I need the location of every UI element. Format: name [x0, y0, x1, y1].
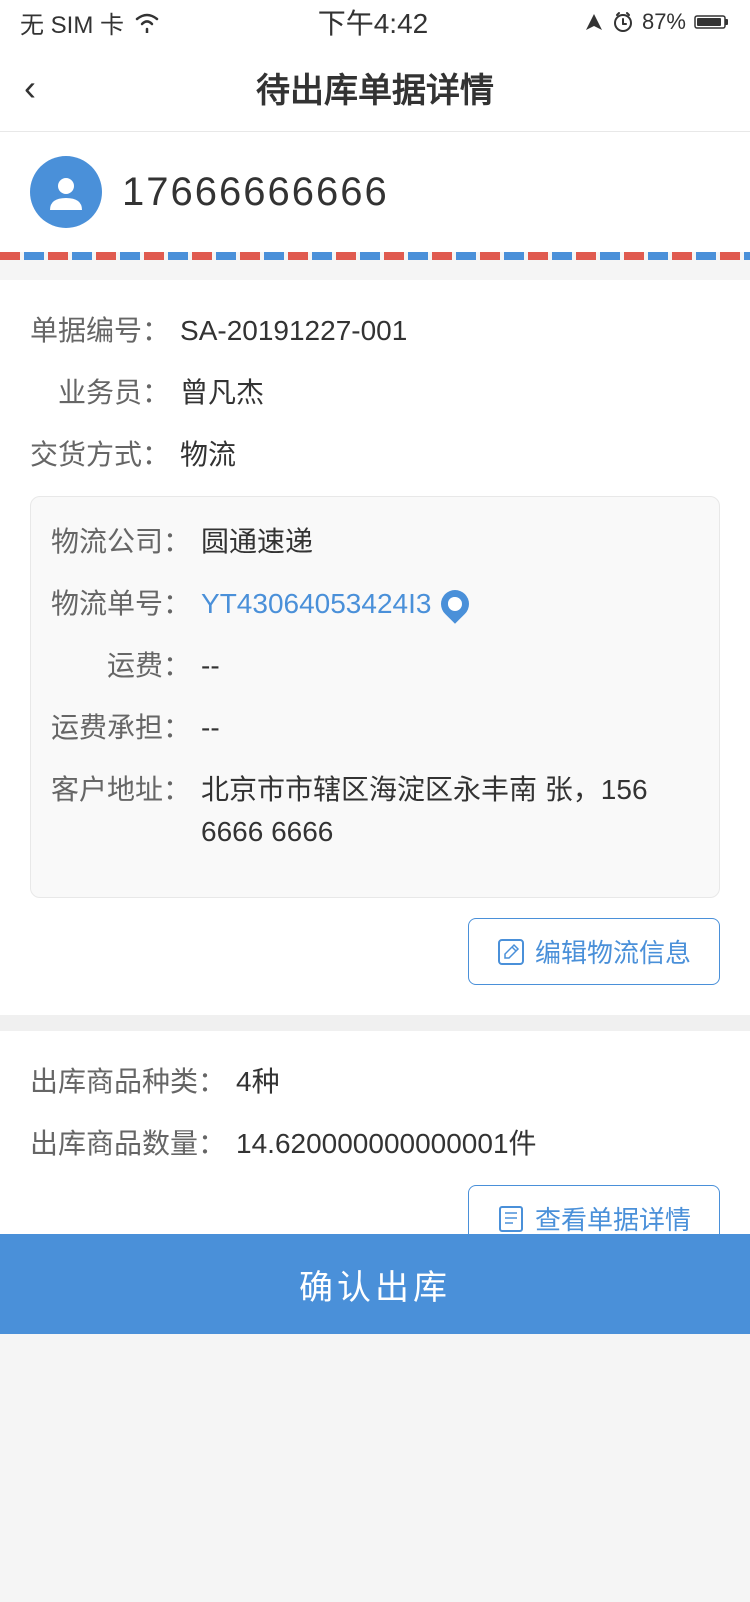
- battery-label: 87%: [642, 9, 686, 35]
- freight-bear-value: --: [191, 707, 699, 749]
- doc-number-label: 单据编号：: [30, 310, 170, 352]
- logistics-company-value: 圆通速递: [191, 521, 699, 563]
- freight-row: 运费： --: [51, 645, 699, 687]
- wifi-icon: [132, 11, 162, 33]
- tracking-location-icon[interactable]: [436, 584, 476, 624]
- page-title: 待出库单据详情: [256, 63, 494, 112]
- goods-quantity-label: 出库商品数量：: [30, 1123, 226, 1165]
- goods-types-value: 4种: [226, 1061, 720, 1103]
- location-arrow-icon: [584, 12, 604, 32]
- tracking-label: 物流单号：: [51, 583, 191, 625]
- address-label: 客户地址：: [51, 769, 191, 811]
- edit-logistics-container: 编辑物流信息: [30, 918, 720, 985]
- view-details-label: 查看单据详情: [535, 1200, 691, 1237]
- status-right: 87%: [584, 9, 730, 35]
- freight-bear-row: 运费承担： --: [51, 707, 699, 749]
- tracking-row: 物流单号： YT43064053424I3: [51, 583, 699, 625]
- user-phone: 17666666666: [122, 170, 389, 215]
- document-icon: [497, 1205, 525, 1233]
- freight-value: --: [191, 645, 699, 687]
- goods-quantity-value: 14.620000000000001件: [226, 1123, 720, 1165]
- logistics-company-label: 物流公司：: [51, 521, 191, 563]
- edit-logistics-label: 编辑物流信息: [535, 933, 691, 970]
- nav-bar: ‹ 待出库单据详情: [0, 44, 750, 132]
- goods-quantity-row: 出库商品数量： 14.620000000000001件: [30, 1123, 720, 1165]
- address-row: 客户地址： 北京市市辖区海淀区永丰南 张，156 6666 6666: [51, 769, 699, 853]
- salesman-label: 业务员：: [30, 372, 170, 414]
- doc-number-row: 单据编号： SA-20191227-001: [30, 310, 720, 352]
- status-time: 下午4:42: [318, 2, 429, 42]
- tracking-value: YT43064053424I3: [191, 583, 699, 625]
- user-header: 17666666666: [0, 132, 750, 252]
- status-left: 无 SIM 卡: [20, 5, 162, 40]
- freight-label: 运费：: [51, 645, 191, 687]
- goods-types-label: 出库商品种类：: [30, 1061, 226, 1103]
- freight-bear-label: 运费承担：: [51, 707, 191, 749]
- document-info-section: 单据编号： SA-20191227-001 业务员： 曾凡杰 交货方式： 物流 …: [0, 280, 750, 1015]
- battery-icon: [694, 13, 730, 31]
- back-button[interactable]: ‹: [24, 67, 36, 109]
- goods-types-row: 出库商品种类： 4种: [30, 1061, 720, 1103]
- decorative-divider: [0, 252, 750, 260]
- edit-logistics-button[interactable]: 编辑物流信息: [468, 918, 720, 985]
- status-bar: 无 SIM 卡 下午4:42 87%: [0, 0, 750, 44]
- logistics-card: 物流公司： 圆通速递 物流单号： YT43064053424I3 运费： -- …: [30, 496, 720, 898]
- bottom-spacer: [0, 1482, 750, 1602]
- alarm-icon: [612, 11, 634, 33]
- doc-number-value: SA-20191227-001: [170, 310, 720, 352]
- carrier-label: 无 SIM 卡: [20, 5, 124, 40]
- section-divider: [0, 1015, 750, 1031]
- logistics-company-row: 物流公司： 圆通速递: [51, 521, 699, 563]
- delivery-method-label: 交货方式：: [30, 434, 170, 476]
- confirm-button-label: 确认出库: [299, 1260, 451, 1309]
- salesman-row: 业务员： 曾凡杰: [30, 372, 720, 414]
- address-value: 北京市市辖区海淀区永丰南 张，156 6666 6666: [191, 769, 699, 853]
- user-icon: [44, 170, 88, 214]
- delivery-method-row: 交货方式： 物流: [30, 434, 720, 476]
- salesman-value: 曾凡杰: [170, 372, 720, 414]
- edit-icon: [497, 938, 525, 966]
- confirm-outbound-button[interactable]: 确认出库: [0, 1234, 750, 1334]
- delivery-method-value: 物流: [170, 434, 720, 476]
- avatar: [30, 156, 102, 228]
